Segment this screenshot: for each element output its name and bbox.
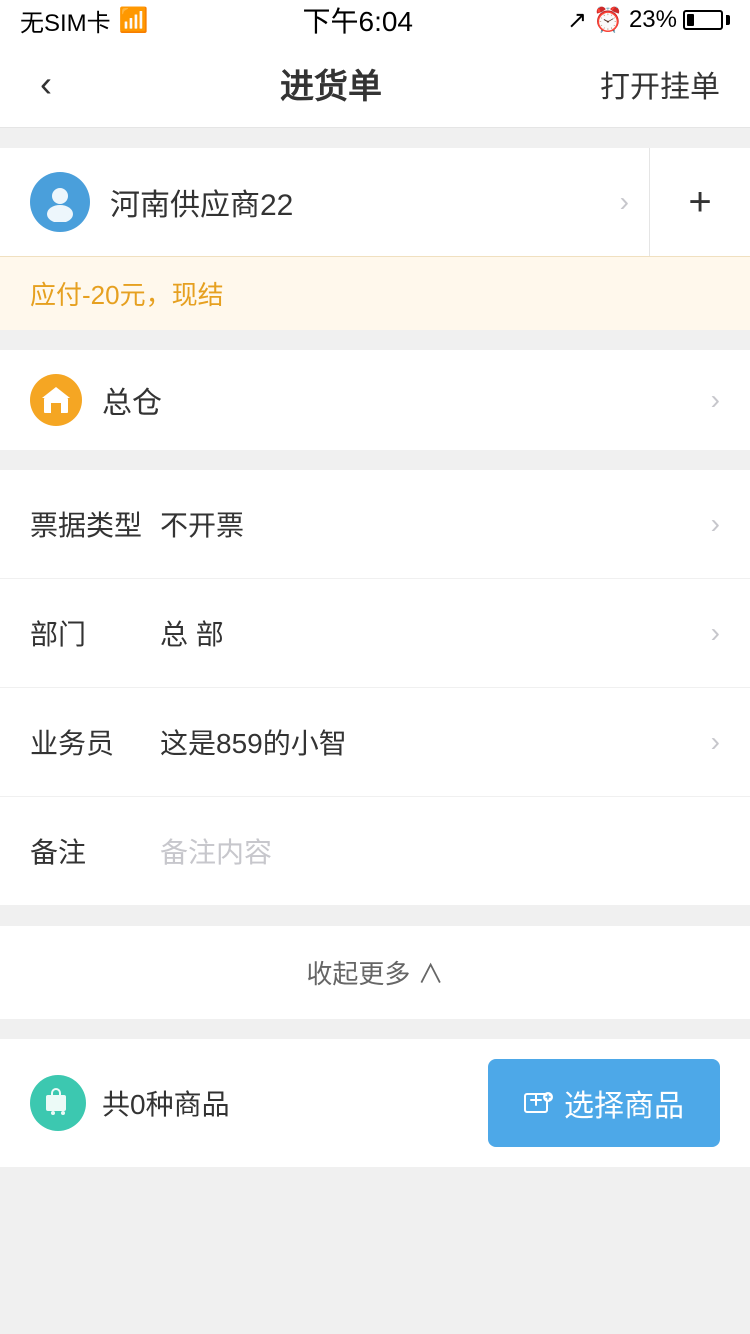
remark-row[interactable]: 备注 备注内容 [0, 797, 750, 905]
location-icon: ↗ [567, 6, 587, 35]
carrier-text: 无SIM卡 [20, 3, 111, 38]
back-button[interactable]: ‹ [30, 53, 62, 115]
status-time: 下午6:04 [303, 0, 414, 40]
person-icon [40, 182, 80, 222]
salesperson-value: 这是859的小智 [160, 722, 701, 762]
remark-placeholder: 备注内容 [160, 831, 720, 871]
avatar [30, 172, 90, 232]
cart-icon [42, 1087, 74, 1119]
add-supplier-button[interactable]: + [650, 148, 750, 256]
supplier-main[interactable]: 河南供应商22 › [0, 148, 650, 256]
warehouse-icon [30, 374, 82, 426]
status-bar: 无SIM卡 📶 下午6:04 ↗ ⏰ 23% [0, 0, 750, 40]
department-label: 部门 [30, 613, 160, 653]
wifi-icon: 📶 [119, 6, 149, 35]
chevron-right-icon: › [711, 726, 720, 758]
warehouse-section[interactable]: 总仓 › [0, 350, 750, 450]
chevron-right-icon: › [620, 186, 629, 218]
salesperson-row[interactable]: 业务员 这是859的小智 › [0, 688, 750, 797]
department-value: 总 部 [160, 613, 701, 653]
invoice-type-value: 不开票 [160, 504, 701, 544]
gap-1 [0, 128, 750, 148]
department-row[interactable]: 部门 总 部 › [0, 579, 750, 688]
product-count-wrapper: 共0种商品 [30, 1075, 230, 1131]
battery-icon [683, 10, 730, 30]
warehouse-name: 总仓 [102, 378, 701, 422]
salesperson-label: 业务员 [30, 722, 160, 762]
select-product-label: 选择商品 [564, 1081, 684, 1125]
add-product-icon [524, 1089, 554, 1117]
chevron-right-icon: › [711, 617, 720, 649]
battery-percent: 23% [629, 6, 677, 34]
bottom-bar: 共0种商品 选择商品 [0, 1039, 750, 1167]
select-product-button[interactable]: 选择商品 [488, 1059, 720, 1147]
alarm-icon: ⏰ [593, 6, 623, 35]
status-bar-left: 无SIM卡 📶 [20, 3, 149, 38]
remark-label: 备注 [30, 831, 160, 871]
warehouse-svg [41, 385, 71, 415]
nav-bar: ‹ 进货单 打开挂单 [0, 40, 750, 128]
status-bar-right: ↗ ⏰ 23% [567, 6, 730, 35]
form-section: 票据类型 不开票 › 部门 总 部 › 业务员 这是859的小智 › 备注 备注… [0, 470, 750, 905]
notice-bar: 应付-20元，现结 [0, 256, 750, 330]
invoice-type-row[interactable]: 票据类型 不开票 › [0, 470, 750, 579]
product-icon [30, 1075, 86, 1131]
chevron-right-icon: › [711, 508, 720, 540]
supplier-name: 河南供应商22 [110, 180, 610, 224]
chevron-right-icon: › [711, 384, 720, 416]
supplier-section: 河南供应商22 › + [0, 148, 750, 256]
page-title: 进货单 [280, 59, 382, 108]
product-count-text: 共0种商品 [102, 1083, 230, 1123]
open-pending-button[interactable]: 打开挂单 [600, 62, 720, 106]
invoice-type-label: 票据类型 [30, 504, 160, 544]
collapse-button[interactable]: 收起更多 ∧ [0, 925, 750, 1019]
